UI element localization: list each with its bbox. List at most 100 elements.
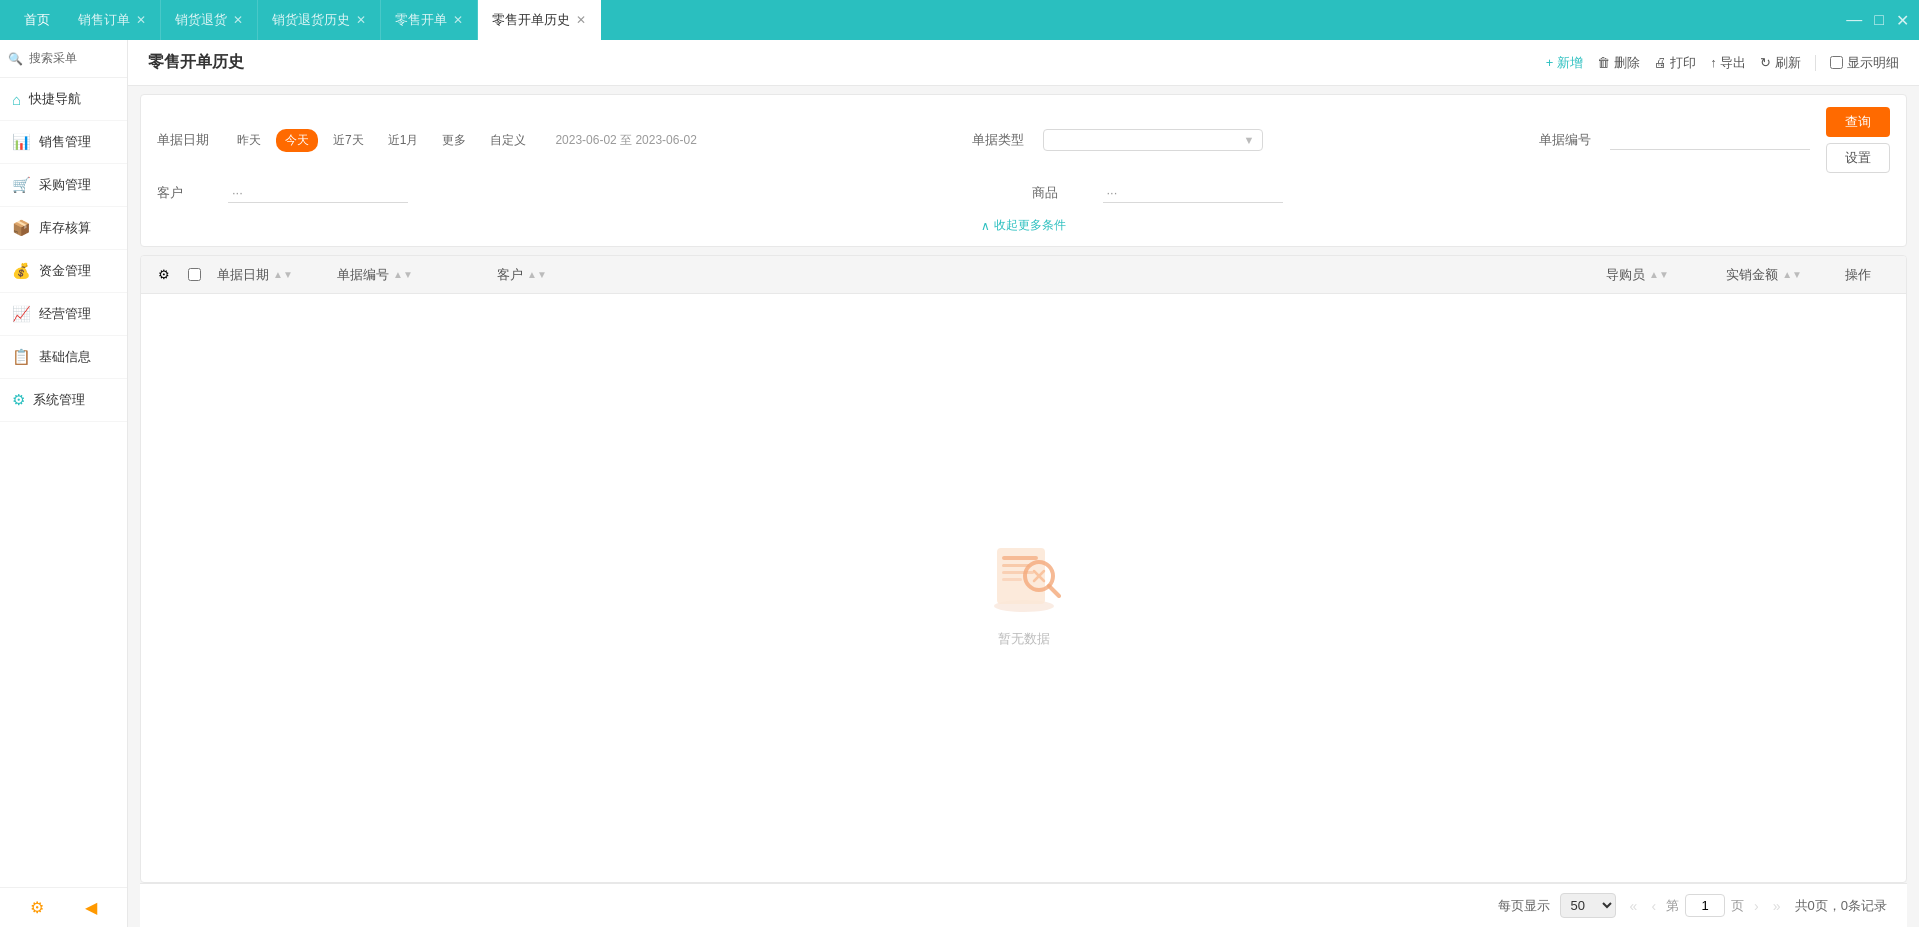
doc-number-label: 单据编号 <box>1539 131 1594 149</box>
window-controls: — □ ✕ <box>1846 11 1909 30</box>
sidebar-item-inventory[interactable]: 📦 库存核算 <box>0 207 127 250</box>
table-header: ⚙ 单据日期 ▲▼ 单据编号 ▲▼ 客户 ▲▼ 导购员 <box>141 256 1906 294</box>
chart-icon: 📊 <box>12 133 31 151</box>
th-operation: 操作 <box>1818 266 1898 284</box>
th-number-label: 单据编号 <box>337 266 389 284</box>
close-sales-order-icon[interactable]: ✕ <box>136 13 146 27</box>
tab-home[interactable]: 首页 <box>10 0 64 40</box>
sort-guide-icon: ▲▼ <box>1649 270 1669 280</box>
close-sales-return-history-icon[interactable]: ✕ <box>356 13 366 27</box>
content-area: 零售开单历史 + 新增 🗑 删除 🖨 打印 ↑ 导出 ↻ 刷新 显示明细 单据日… <box>128 40 1919 927</box>
sidebar-settings-icon[interactable]: ⚙ <box>30 898 44 917</box>
close-retail-open-icon[interactable]: ✕ <box>453 13 463 27</box>
pagination-bar: 每页显示 50 10 20 100 « ‹ 第 页 › » 共0页，0条记录 <box>140 883 1907 927</box>
add-button[interactable]: + 新增 <box>1546 54 1583 72</box>
minimize-btn[interactable]: — <box>1846 11 1862 30</box>
sidebar-item-operations[interactable]: 📈 经营管理 <box>0 293 127 336</box>
tab-sales-return[interactable]: 销货退货 ✕ <box>161 0 258 40</box>
doc-number-input[interactable] <box>1610 130 1810 150</box>
th-op-label: 操作 <box>1845 266 1871 284</box>
collapse-label: 收起更多条件 <box>994 217 1066 234</box>
export-button[interactable]: ↑ 导出 <box>1710 54 1746 72</box>
goods-input[interactable] <box>1103 183 1283 203</box>
th-settings[interactable]: ⚙ <box>149 267 179 282</box>
th-number[interactable]: 单据编号 ▲▼ <box>329 266 489 284</box>
close-sales-return-icon[interactable]: ✕ <box>233 13 243 27</box>
sidebar-item-label: 销售管理 <box>39 133 91 151</box>
page-title: 零售开单历史 <box>148 52 244 73</box>
print-button[interactable]: 🖨 打印 <box>1654 54 1697 72</box>
th-guide[interactable]: 导购员 ▲▼ <box>1598 266 1698 284</box>
th-amount-label: 实销金额 <box>1726 266 1778 284</box>
tab-sales-return-history[interactable]: 销货退货历史 ✕ <box>258 0 381 40</box>
doc-type-label: 单据类型 <box>972 131 1027 149</box>
svg-rect-2 <box>1002 556 1038 560</box>
sidebar-search[interactable]: 🔍 搜索采单 <box>0 40 127 78</box>
sidebar-item-label: 采购管理 <box>39 176 91 194</box>
th-customer[interactable]: 客户 ▲▼ <box>489 266 1598 284</box>
date-btn-today[interactable]: 今天 <box>276 129 318 152</box>
sidebar-item-finance[interactable]: 💰 资金管理 <box>0 250 127 293</box>
page-nav: « ‹ 第 页 › » <box>1626 894 1785 917</box>
sidebar-search-label: 搜索采单 <box>29 50 77 67</box>
close-btn[interactable]: ✕ <box>1896 11 1909 30</box>
page-size-select[interactable]: 50 10 20 100 <box>1560 893 1616 918</box>
query-button[interactable]: 查询 <box>1826 107 1890 137</box>
main-layout: 🔍 搜索采单 ⌂ 快捷导航 📊 销售管理 🛒 采购管理 📦 库存核算 � <box>0 40 1919 927</box>
sort-date-icon: ▲▼ <box>273 270 293 280</box>
page-next-btn[interactable]: › <box>1750 896 1763 916</box>
page-first-btn[interactable]: « <box>1626 896 1642 916</box>
sort-number-icon: ▲▼ <box>393 270 413 280</box>
info-icon: 📋 <box>12 348 31 366</box>
date-btn-last7[interactable]: 近7天 <box>324 129 373 152</box>
date-btn-yesterday[interactable]: 昨天 <box>228 129 270 152</box>
filter-row-date: 单据日期 昨天 今天 近7天 近1月 更多 自定义 2023-06-02 至 2… <box>157 107 1890 173</box>
th-date-label: 单据日期 <box>217 266 269 284</box>
date-range-text: 2023-06-02 至 2023-06-02 <box>555 132 696 149</box>
maximize-btn[interactable]: □ <box>1874 11 1884 30</box>
th-date[interactable]: 单据日期 ▲▼ <box>209 266 329 284</box>
collapse-row[interactable]: ∧ 收起更多条件 <box>157 213 1890 234</box>
sort-amount-icon: ▲▼ <box>1782 270 1802 280</box>
date-btn-more[interactable]: 更多 <box>433 129 475 152</box>
table-body: 暂无数据 <box>141 294 1906 882</box>
close-retail-history-icon[interactable]: ✕ <box>576 13 586 27</box>
date-filter-label: 单据日期 <box>157 131 212 149</box>
sidebar-item-basic-info[interactable]: 📋 基础信息 <box>0 336 127 379</box>
page-number-input[interactable] <box>1685 894 1725 917</box>
sidebar-item-label: 系统管理 <box>33 391 85 409</box>
filter-area: 单据日期 昨天 今天 近7天 近1月 更多 自定义 2023-06-02 至 2… <box>140 94 1907 247</box>
tab-retail-history[interactable]: 零售开单历史 ✕ <box>478 0 601 40</box>
page-last-btn[interactable]: » <box>1769 896 1785 916</box>
date-btn-last1month[interactable]: 近1月 <box>379 129 428 152</box>
customer-label: 客户 <box>157 184 212 202</box>
tab-sales-order[interactable]: 销售订单 ✕ <box>64 0 161 40</box>
date-btn-custom[interactable]: 自定义 <box>481 129 535 152</box>
customer-input[interactable] <box>228 183 408 203</box>
tab-retail-open[interactable]: 零售开单 ✕ <box>381 0 478 40</box>
settings-icon[interactable]: ⚙ <box>158 267 170 282</box>
filter-settings-button[interactable]: 设置 <box>1826 143 1890 173</box>
refresh-button[interactable]: ↻ 刷新 <box>1760 54 1801 72</box>
query-btn-group: 查询 设置 <box>1826 107 1890 173</box>
th-checkbox[interactable] <box>179 268 209 281</box>
sidebar-items: ⌂ 快捷导航 📊 销售管理 🛒 采购管理 📦 库存核算 💰 资金管理 📈 <box>0 78 127 887</box>
sidebar-item-label: 基础信息 <box>39 348 91 366</box>
svg-line-7 <box>1049 586 1059 596</box>
sidebar-item-purchase-mgmt[interactable]: 🛒 采购管理 <box>0 164 127 207</box>
sidebar-item-sales-mgmt[interactable]: 📊 销售管理 <box>0 121 127 164</box>
page-prev-btn[interactable]: ‹ <box>1647 896 1660 916</box>
doc-type-select[interactable]: ▼ <box>1043 129 1263 151</box>
date-shortcuts: 昨天 今天 近7天 近1月 更多 自定义 <box>228 129 535 152</box>
sidebar-item-label: 资金管理 <box>39 262 91 280</box>
th-amount[interactable]: 实销金额 ▲▼ <box>1698 266 1818 284</box>
sidebar-collapse-icon[interactable]: ◀ <box>85 898 97 917</box>
sidebar-item-system[interactable]: ⚙ 系统管理 <box>0 379 127 422</box>
delete-button[interactable]: 🗑 删除 <box>1597 54 1640 72</box>
th-customer-label: 客户 <box>497 266 523 284</box>
sidebar-item-quick-nav[interactable]: ⌂ 快捷导航 <box>0 78 127 121</box>
display-detail-checkbox[interactable] <box>1830 56 1843 69</box>
select-all-checkbox[interactable] <box>188 268 201 281</box>
toolbar-divider <box>1815 55 1816 71</box>
display-detail-text: 显示明细 <box>1847 54 1899 72</box>
